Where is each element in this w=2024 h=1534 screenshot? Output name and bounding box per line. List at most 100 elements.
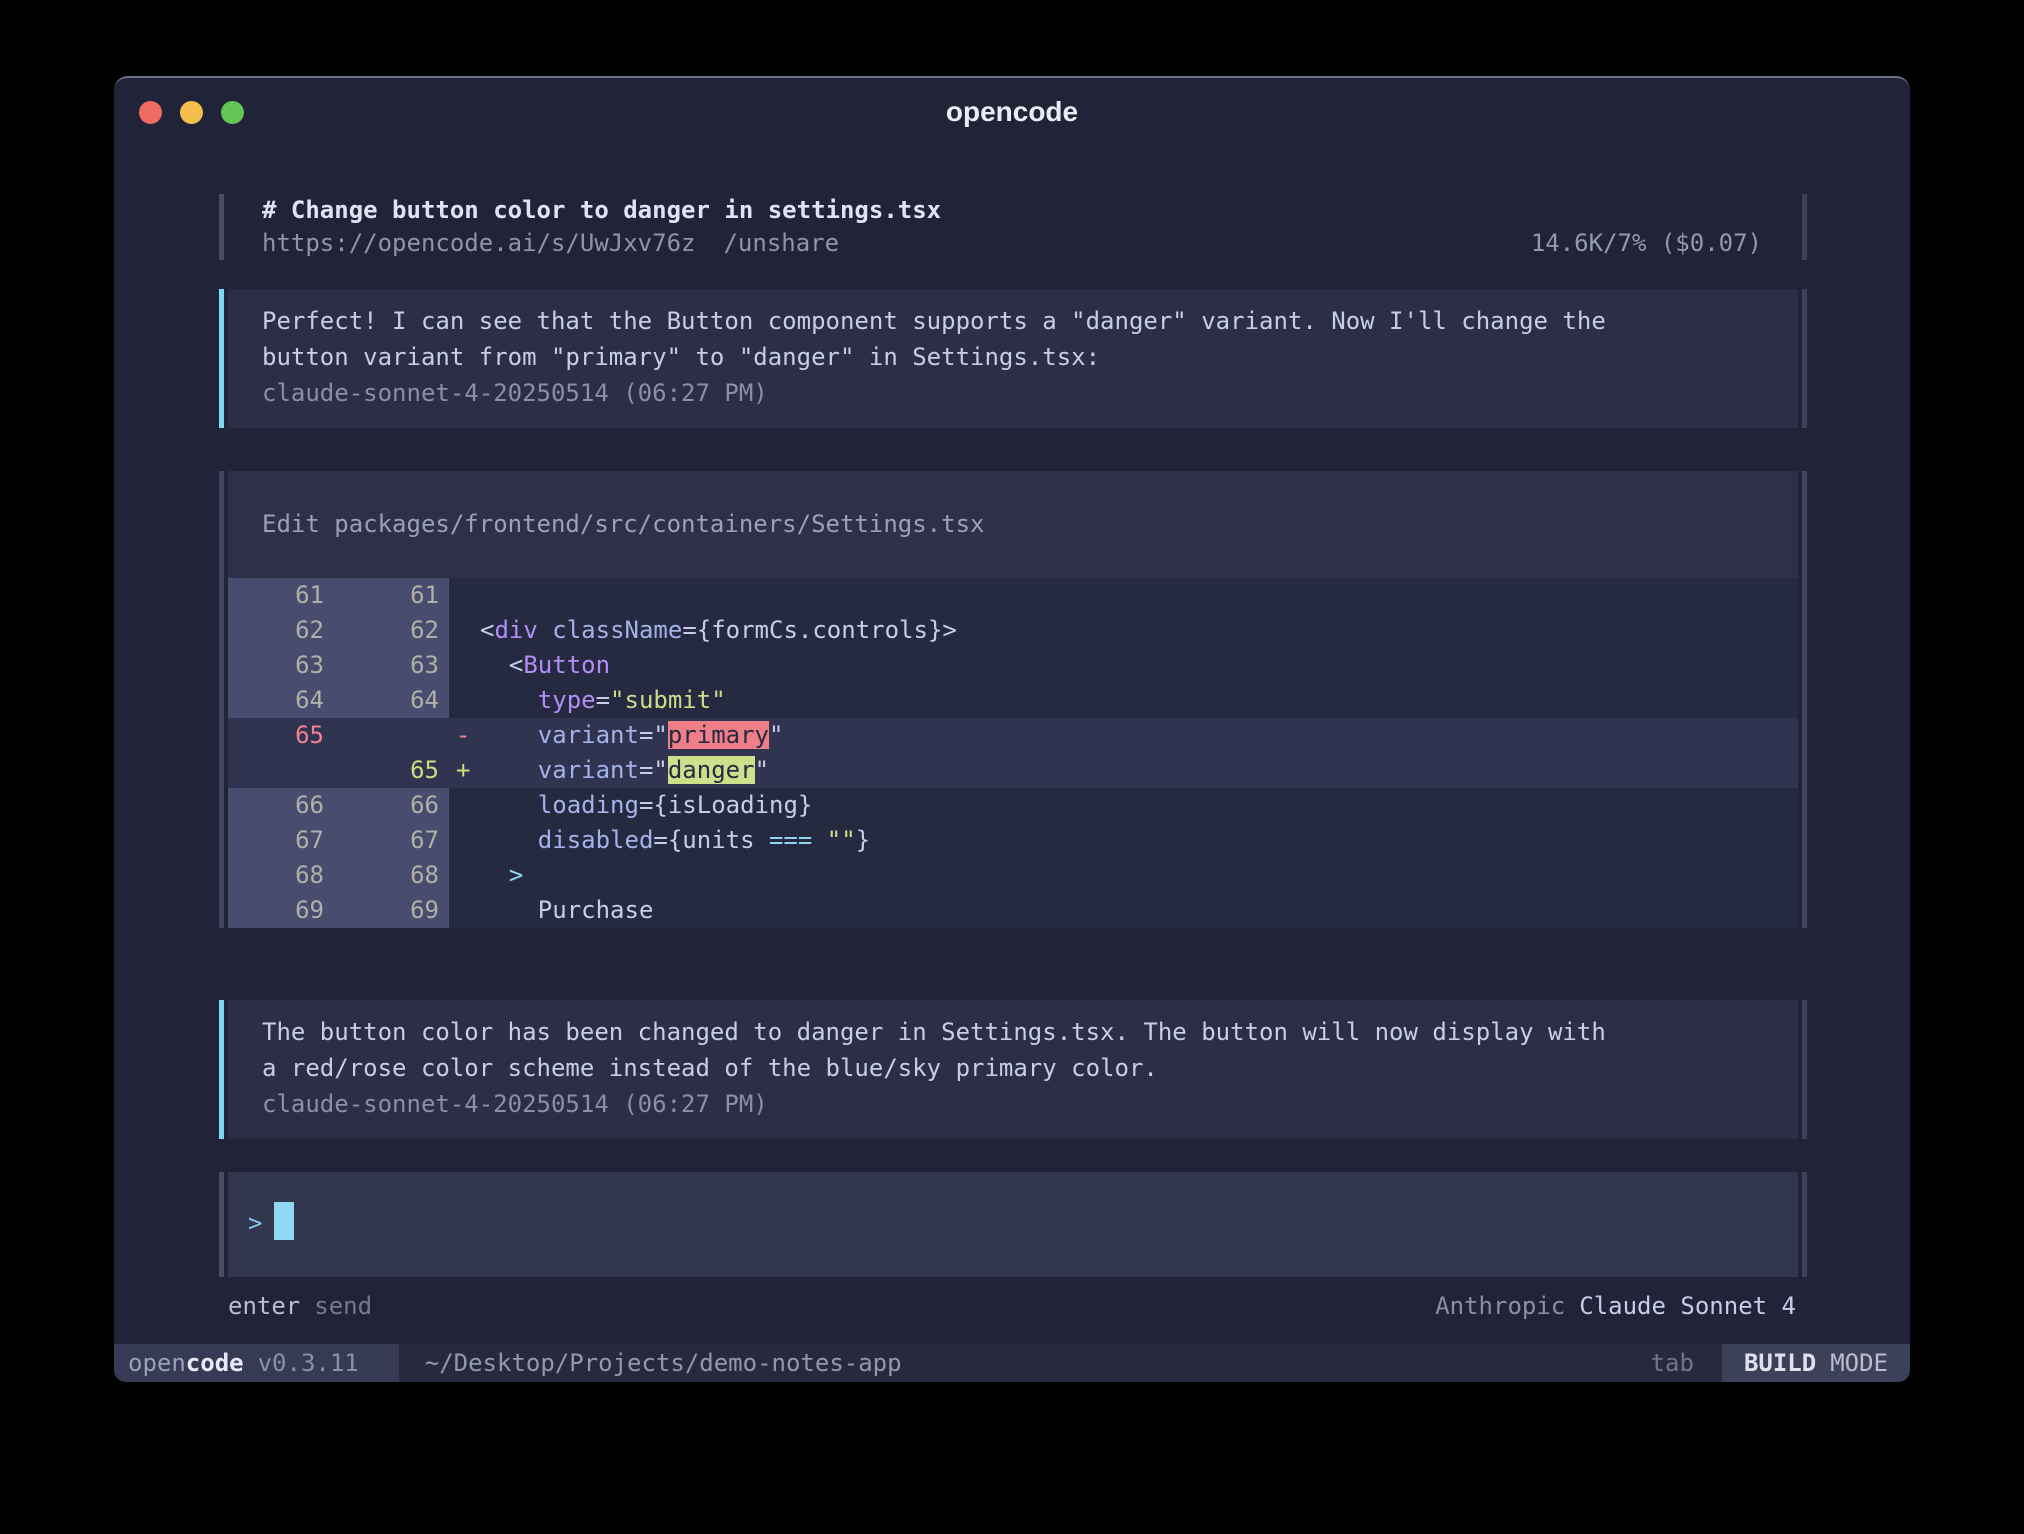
block-border-right [1802,1000,1807,1139]
diff-new-line-number: 68 [338,858,449,893]
message-meta: claude-sonnet-4-20250514 (06:27 PM) [262,1086,1768,1122]
diff-row: 6767 disabled={units === ""} [228,823,1798,858]
diff-row: 6969 Purchase [228,893,1798,928]
message-text: The button color has been changed to dan… [262,1014,1768,1050]
tab-key-hint[interactable]: tab [1651,1349,1694,1377]
block-border-right [1802,1172,1807,1277]
diff-new-line-number: 69 [338,893,449,928]
diff-change-marker [449,683,480,718]
diff-old-line-number: 62 [228,613,338,648]
diff-old-line-number: 64 [228,683,338,718]
diff-old-line-number: 61 [228,578,338,613]
diff-new-line-number: 64 [338,683,449,718]
desktop-background: opencode # Change button color to danger… [0,0,2024,1534]
diff-old-line-number: 67 [228,823,338,858]
session-title: # Change button color to danger in setti… [262,194,1798,227]
message-text: a red/rose color scheme instead of the b… [262,1050,1768,1086]
diff-change-marker [449,648,480,683]
diff-code-line: variant="primary" [480,718,1798,753]
maximize-button[interactable] [221,101,244,124]
block-border-left [219,471,224,928]
block-border-left [219,194,224,260]
block-border-right [1802,194,1807,260]
diff-code-line: > [480,858,1798,893]
enter-key-hint: enter [228,1291,300,1321]
diff-old-line-number: 68 [228,858,338,893]
diff-code-line [480,578,1798,613]
app-version: v0.3.11 [258,1349,359,1377]
diff-change-marker: + [449,753,480,788]
text-cursor [274,1202,294,1240]
diff-code-line: loading={isLoading} [480,788,1798,823]
diff-old-line-number: 63 [228,648,338,683]
diff-change-marker [449,823,480,858]
diff-row: 6161 [228,578,1798,613]
diff-change-marker [449,858,480,893]
block-border-right [1802,471,1807,928]
diff-old-line-number: 69 [228,893,338,928]
assistant-message-2: The button color has been changed to dan… [219,1000,1807,1139]
prompt-symbol: > [248,1209,262,1237]
diff-row: 6666 loading={isLoading} [228,788,1798,823]
session-content: # Change button color to danger in setti… [114,138,1910,1382]
message-accent-bar [219,1000,224,1139]
diff-row: 65 - variant="primary" [228,718,1798,753]
assistant-message-1: Perfect! I can see that the Button compo… [219,289,1807,428]
minimize-button[interactable] [180,101,203,124]
message-meta: claude-sonnet-4-20250514 (06:27 PM) [262,375,1768,411]
send-action-hint: send [314,1291,372,1321]
status-bar: opencode v0.3.11 ~/Desktop/Projects/demo… [114,1344,1910,1382]
diff-row: 6363 <Button [228,648,1798,683]
diff-code-line: Purchase [480,893,1798,928]
app-name-open: open [128,1349,186,1377]
diff-new-line-number: 65 [338,753,449,788]
diff-row: 6262<div className={formCs.controls}> [228,613,1798,648]
mode-label-bold: BUILD [1744,1349,1816,1377]
model-provider: Anthropic [1435,1291,1565,1321]
edit-tool-title: Edit packages/frontend/src/containers/Se… [228,471,1798,578]
diff-change-marker [449,613,480,648]
diff-new-line-number: 63 [338,648,449,683]
diff-new-line-number: 66 [338,788,449,823]
mode-label-rest: MODE [1830,1349,1888,1377]
diff-old-line-number [228,753,338,788]
message-accent-bar [219,289,224,428]
diff-new-line-number: 62 [338,613,449,648]
hints-row: enter send Anthropic Claude Sonnet 4 [228,1291,1796,1321]
model-indicator: Anthropic Claude Sonnet 4 [1435,1291,1796,1321]
prompt-input-block: > [219,1172,1807,1277]
message-text: Perfect! I can see that the Button compo… [262,303,1768,339]
titlebar: opencode [114,78,1910,138]
app-name-code: code [186,1349,244,1377]
mode-segment[interactable]: BUILD MODE [1722,1344,1910,1382]
model-name: Claude Sonnet 4 [1579,1291,1796,1321]
window-title: opencode [114,96,1910,128]
diff-old-line-number: 66 [228,788,338,823]
diff-new-line-number [338,718,449,753]
diff-new-line-number: 61 [338,578,449,613]
opencode-window: opencode # Change button color to danger… [114,76,1910,1382]
diff-code-line: <Button [480,648,1798,683]
session-header: # Change button color to danger in setti… [219,194,1807,260]
diff-code-line: type="submit" [480,683,1798,718]
block-border-right [1802,289,1807,428]
diff-new-line-number: 67 [338,823,449,858]
diff-old-line-number: 65 [228,718,338,753]
diff-row: 6464 type="submit" [228,683,1798,718]
unshare-command[interactable]: /unshare [723,227,839,260]
diff-change-marker [449,893,480,928]
message-text: button variant from "primary" to "danger… [262,339,1768,375]
app-version-segment: opencode v0.3.11 [114,1344,399,1382]
working-directory: ~/Desktop/Projects/demo-notes-app [425,1349,902,1377]
diff-change-marker [449,578,480,613]
diff-code-line: disabled={units === ""} [480,823,1798,858]
close-button[interactable] [139,101,162,124]
prompt-input[interactable]: > [228,1172,1798,1277]
diff-row: 6868 > [228,858,1798,893]
session-subtitle: https://opencode.ai/s/UwJxv76z /unshare … [262,227,1798,260]
share-url[interactable]: https://opencode.ai/s/UwJxv76z [262,227,695,260]
diff-row: 65+ variant="danger" [228,753,1798,788]
edit-tool-block: Edit packages/frontend/src/containers/Se… [219,471,1807,928]
diff-change-marker [449,788,480,823]
diff-change-marker: - [449,718,480,753]
